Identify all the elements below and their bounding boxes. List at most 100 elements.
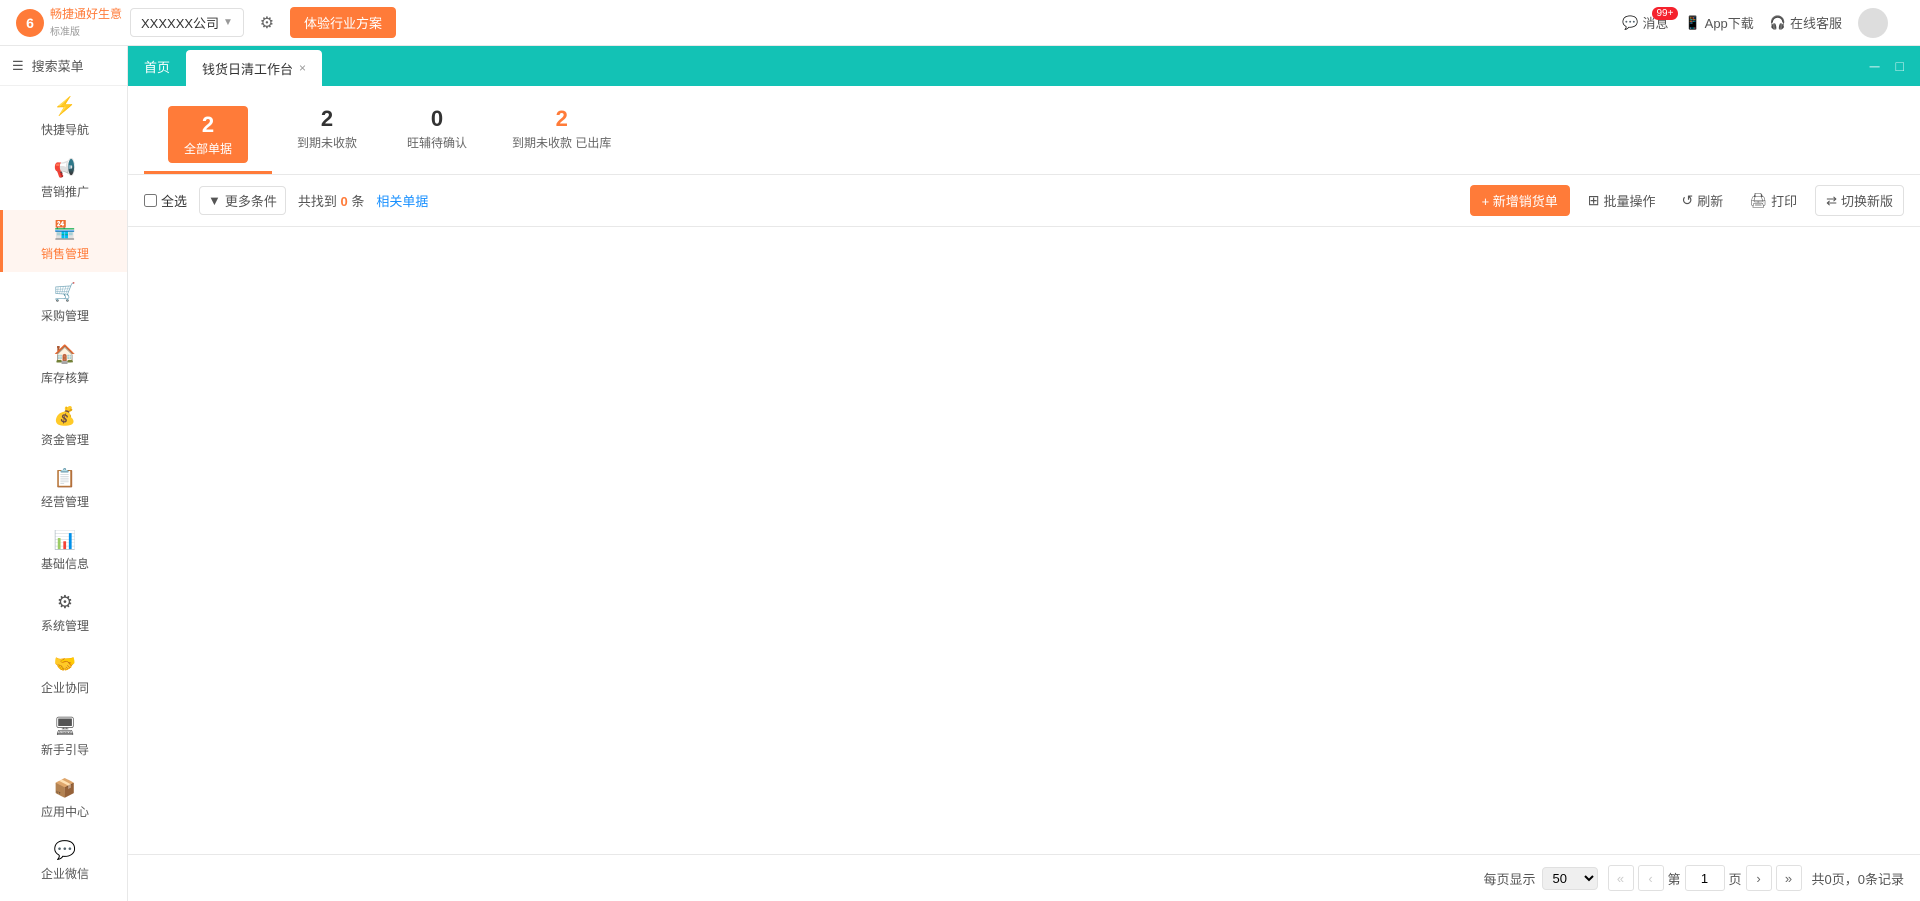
filter-icon: ▼ <box>208 193 221 208</box>
toolbar-right: + 新增销货单 ⊞ 批量操作 ↺ 刷新 🖨 打印 ⇄ <box>1470 185 1904 216</box>
sidebar-item-basic-info[interactable]: 📊 基础信息 <box>0 520 127 582</box>
batch-operation-button[interactable]: ⊞ 批量操作 <box>1580 187 1664 214</box>
status-num-unshipped: 2 <box>512 106 611 132</box>
logo-subtitle: 标准版 <box>50 23 122 38</box>
status-num-all: 2 <box>184 112 232 138</box>
found-prefix: 共找到 <box>298 194 337 209</box>
status-cards: 2 全部单据 2 到期未收款 0 旺辅待确认 2 到期未收款 已出库 <box>128 86 1920 175</box>
sidebar-item-label: 企业协同 <box>41 679 89 696</box>
first-page-button[interactable]: « <box>1608 865 1634 891</box>
headset-icon: 🎧 <box>1770 15 1786 31</box>
tab-close-icon[interactable]: × <box>299 61 306 75</box>
clipboard-icon: 📋 <box>54 468 76 489</box>
sidebar-item-enterprise[interactable]: 🤝 企业协同 <box>0 644 127 706</box>
company-name: XXXXXX公司 <box>141 13 219 32</box>
logo-title: 畅捷通好生意 <box>50 7 122 23</box>
sidebar-item-finance[interactable]: 💰 资金管理 <box>0 396 127 458</box>
logo-icon: 6 <box>16 9 44 37</box>
print-button[interactable]: 🖨 打印 <box>1741 187 1805 214</box>
sidebar-item-app-center[interactable]: 📦 应用中心 <box>0 768 127 830</box>
status-card-overdue[interactable]: 2 到期未收款 <box>272 98 382 174</box>
sidebar-item-label: 快捷导航 <box>41 121 89 138</box>
message-button[interactable]: 💬 消息 99+ <box>1622 13 1668 32</box>
select-all-input[interactable] <box>144 194 157 207</box>
sidebar-item-label: 系统管理 <box>41 617 89 634</box>
tab-actions: ─ □ <box>1866 54 1920 78</box>
tab-active[interactable]: 钱货日清工作台 × <box>186 50 322 86</box>
sidebar-item-marketing[interactable]: 📢 营销推广 <box>0 148 127 210</box>
page-nav: « ‹ 第 页 › » <box>1608 865 1802 891</box>
total-text: 共0页，0条记录 <box>1812 869 1904 888</box>
page-input[interactable] <box>1685 865 1725 891</box>
next-page-button[interactable]: › <box>1746 865 1772 891</box>
print-icon: 🖨 <box>1749 192 1767 209</box>
chat-icon: 💬 <box>54 840 76 861</box>
status-label-overdue: 到期未收款 <box>292 134 362 151</box>
sidebar-item-inventory[interactable]: 🏠 库存核算 <box>0 334 127 396</box>
status-card-inner-all: 2 全部单据 <box>168 106 248 163</box>
switch-version-button[interactable]: ⇄ 切换新版 <box>1815 185 1904 216</box>
sidebar-item-sales[interactable]: 🏪 销售管理 <box>0 210 127 272</box>
found-num: 0 <box>341 194 348 209</box>
batch-icon: ⊞ <box>1588 192 1600 209</box>
money-icon: 💰 <box>54 406 76 427</box>
sidebar-item-quick-nav[interactable]: ⚡ 快捷导航 <box>0 86 127 148</box>
main-layout: ☰ 搜索菜单 ⚡ 快捷导航 📢 营销推广 🏪 销售管理 🛒 采购管理 🏠 库存核… <box>0 46 1920 901</box>
sidebar-item-label: 基础信息 <box>41 555 89 572</box>
sidebar-item-label: 新手引导 <box>41 741 89 758</box>
more-filters-button[interactable]: ▼ 更多条件 <box>199 186 286 215</box>
sidebar-item-operations[interactable]: 📋 经营管理 <box>0 458 127 520</box>
top-bar-right: 💬 消息 99+ 📱 App下载 🎧 在线客服 <box>1622 8 1904 38</box>
prev-page-button[interactable]: ‹ <box>1638 865 1664 891</box>
per-page-selector: 每页显示 10 20 50 100 <box>1483 867 1597 890</box>
refresh-button[interactable]: ↺ 刷新 <box>1674 187 1732 214</box>
sidebar-item-label: 采购管理 <box>41 307 89 324</box>
add-sales-order-button[interactable]: + 新增销货单 <box>1470 185 1570 216</box>
maximize-icon[interactable]: □ <box>1892 54 1908 78</box>
status-label-pending: 旺辅待确认 <box>402 134 472 151</box>
bell-icon: 💬 <box>1622 15 1638 31</box>
tab-home[interactable]: 首页 <box>128 46 186 86</box>
status-card-all[interactable]: 2 全部单据 <box>144 98 272 174</box>
company-selector[interactable]: XXXXXX公司 ▼ <box>130 8 244 37</box>
print-label: 打印 <box>1771 191 1797 210</box>
top-bar-left: 6 畅捷通好生意 标准版 XXXXXX公司 ▼ ⚙ 体验行业方案 <box>16 7 396 38</box>
app-download-button[interactable]: 📱 App下载 <box>1684 13 1753 32</box>
active-tab-label: 钱货日清工作台 <box>202 59 293 78</box>
select-all-checkbox[interactable]: 全选 <box>144 191 187 210</box>
trial-button[interactable]: 体验行业方案 <box>290 7 396 38</box>
toolbar: 全选 ▼ 更多条件 共找到 0 条 相关单据 + 新增销货单 <box>128 175 1920 227</box>
per-page-select[interactable]: 10 20 50 100 <box>1542 867 1598 890</box>
found-text: 共找到 0 条 <box>298 191 365 210</box>
home-label: 首页 <box>144 57 170 76</box>
pagination-bar: 每页显示 10 20 50 100 « ‹ 第 页 › » <box>128 854 1920 901</box>
status-card-pending[interactable]: 0 旺辅待确认 <box>382 98 492 174</box>
sidebar-item-label: 销售管理 <box>41 245 89 262</box>
sidebar-item-system[interactable]: ⚙ 系统管理 <box>0 582 127 644</box>
sidebar-item-member[interactable]: V 畅会员 <box>0 892 127 901</box>
top-bar: 6 畅捷通好生意 标准版 XXXXXX公司 ▼ ⚙ 体验行业方案 💬 消息 99… <box>0 0 1920 46</box>
avatar[interactable] <box>1858 8 1888 38</box>
status-card-unshipped[interactable]: 2 到期未收款 已出库 <box>492 98 631 174</box>
settings-button[interactable]: ⚙ <box>252 8 282 38</box>
online-service-button[interactable]: 🎧 在线客服 <box>1770 13 1842 32</box>
related-orders-link[interactable]: 相关单据 <box>376 191 428 210</box>
refresh-label: 刷新 <box>1697 191 1723 210</box>
sidebar-item-purchase[interactable]: 🛒 采购管理 <box>0 272 127 334</box>
found-unit: 条 <box>351 194 364 209</box>
page-label: 第 <box>1668 869 1681 888</box>
sidebar-item-label: 营销推广 <box>41 183 89 200</box>
last-page-button[interactable]: » <box>1776 865 1802 891</box>
search-menu-button[interactable]: ☰ 搜索菜单 <box>0 46 127 86</box>
status-label-unshipped: 到期未收款 已出库 <box>512 134 611 151</box>
table-area <box>128 227 1920 854</box>
table-icon: 📊 <box>54 530 76 551</box>
sidebar-item-guide[interactable]: 🖥 新手引导 <box>0 706 127 768</box>
chevron-down-icon: ▼ <box>223 17 233 28</box>
gear-icon: ⚙ <box>57 592 73 613</box>
switch-icon: ⇄ <box>1826 193 1837 209</box>
sidebar-item-label: 企业微信 <box>41 865 89 882</box>
minimize-icon[interactable]: ─ <box>1866 54 1884 78</box>
per-page-label: 每页显示 <box>1483 869 1535 888</box>
sidebar-item-wechat[interactable]: 💬 企业微信 <box>0 830 127 892</box>
